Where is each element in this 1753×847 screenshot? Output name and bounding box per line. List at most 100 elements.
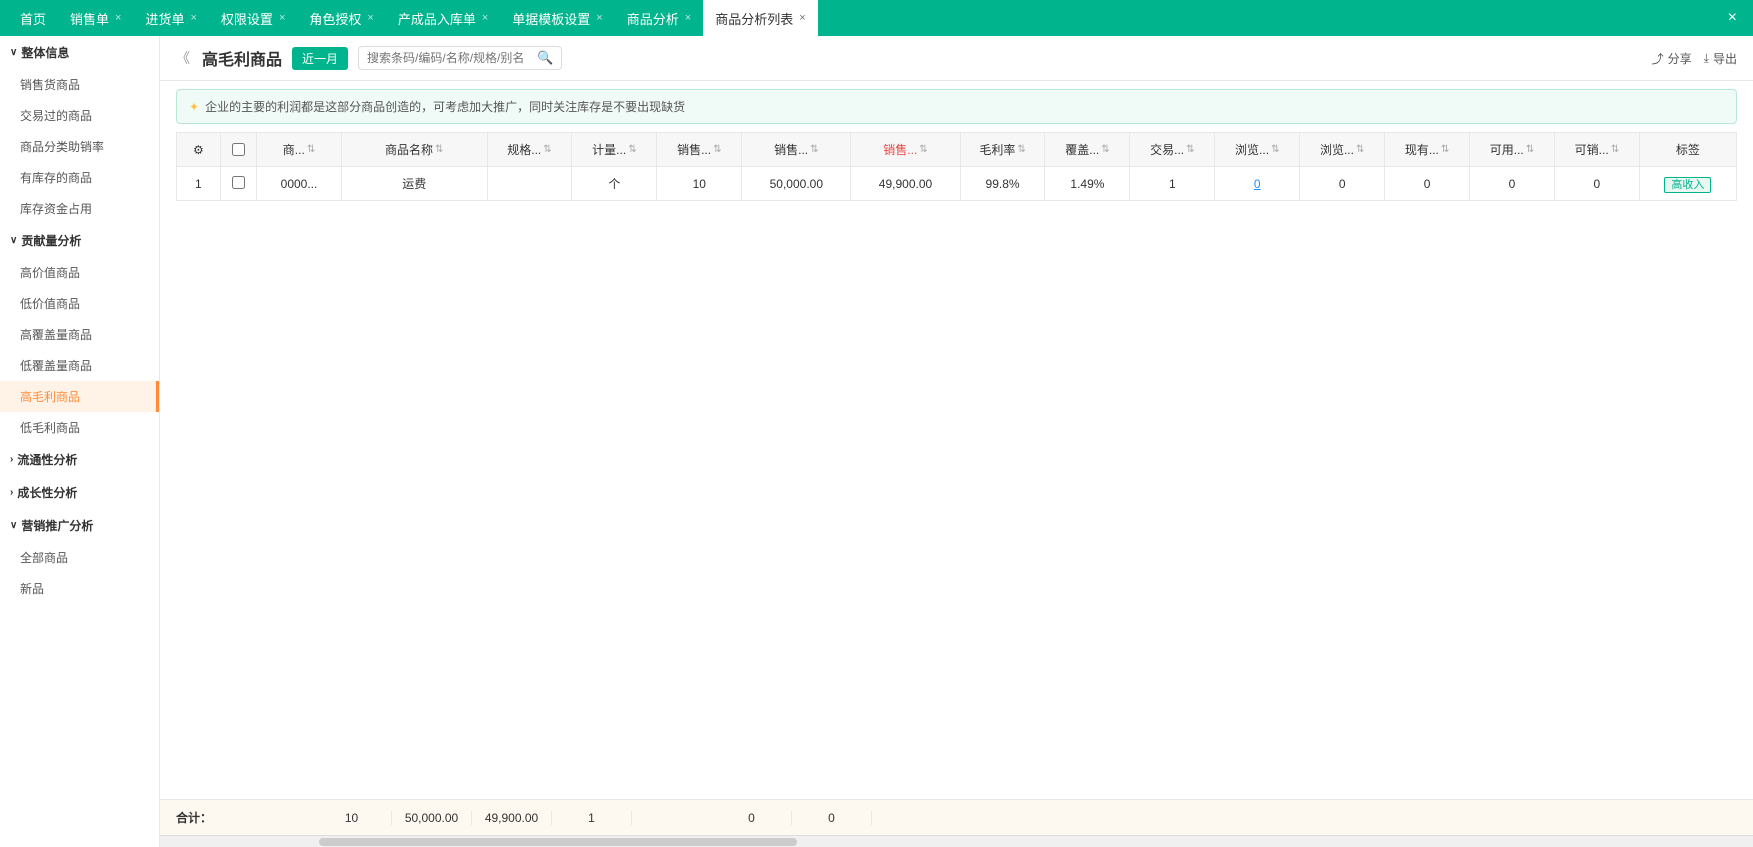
cell-checkbox[interactable]	[220, 167, 256, 201]
page-title: 高毛利商品	[202, 46, 282, 70]
close-icon[interactable]: ×	[279, 12, 285, 24]
nav-product-stock[interactable]: 产成品入库单 ×	[386, 0, 500, 36]
close-icon[interactable]: ×	[482, 12, 488, 24]
sort-icon: ⇅	[435, 144, 443, 155]
select-all-checkbox[interactable]	[232, 143, 245, 156]
sidebar-item-traded-goods[interactable]: 交易过的商品	[0, 100, 159, 131]
close-icon[interactable]: ×	[190, 12, 196, 24]
sort-icon: ⇅	[810, 144, 818, 155]
col-settings[interactable]: ⚙	[177, 133, 221, 167]
nav-product-analysis[interactable]: 商品分析 ×	[615, 0, 703, 36]
sidebar-item-category-rate[interactable]: 商品分类助销率	[0, 131, 159, 162]
export-icon: ⤓	[1704, 51, 1709, 66]
sidebar-group-liquidity[interactable]: › 流通性分析	[0, 443, 159, 476]
share-button[interactable]: ⤴ 分享	[1652, 50, 1692, 67]
sort-icon: ⇅	[1271, 144, 1279, 155]
col-gross-rate[interactable]: 毛利率⇅	[960, 133, 1045, 167]
cell-browse2: 0	[1300, 167, 1385, 201]
nav-sales-order[interactable]: 销售单 ×	[58, 0, 133, 36]
export-button[interactable]: ⤓ 导出	[1704, 50, 1737, 67]
sort-icon: ⇅	[543, 144, 551, 155]
sort-icon: ⇅	[1017, 144, 1025, 155]
col-name[interactable]: 商品名称⇅	[341, 133, 487, 167]
scrollbar-thumb[interactable]	[319, 838, 797, 846]
main-layout: ∨ 整体信息 销售货商品 交易过的商品 商品分类助销率 有库存的商品 库存资金占…	[0, 36, 1753, 847]
close-icon[interactable]: ×	[799, 12, 805, 24]
info-icon: ✦	[189, 100, 199, 114]
sidebar-item-in-stock[interactable]: 有库存的商品	[0, 162, 159, 193]
sidebar-item-high-coverage[interactable]: 高覆盖量商品	[0, 319, 159, 350]
sort-icon: ⇅	[713, 144, 721, 155]
col-unit[interactable]: 计量...⇅	[572, 133, 657, 167]
cell-transactions: 1	[1130, 167, 1215, 201]
sidebar-item-low-gross[interactable]: 低毛利商品	[0, 412, 159, 443]
col-transactions[interactable]: 交易...⇅	[1130, 133, 1215, 167]
col-available[interactable]: 可用...⇅	[1470, 133, 1555, 167]
nav-permission-settings[interactable]: 权限设置 ×	[209, 0, 297, 36]
sidebar-item-low-value[interactable]: 低价值商品	[0, 288, 159, 319]
sidebar-item-all-goods[interactable]: 全部商品	[0, 542, 159, 573]
sidebar-item-sales-goods[interactable]: 销售货商品	[0, 69, 159, 100]
cell-tag: 高收入	[1639, 167, 1736, 201]
collapse-sidebar-button[interactable]: 《	[176, 48, 190, 68]
nav-home[interactable]: 首页	[8, 0, 58, 36]
nav-template-settings[interactable]: 单据模板设置 ×	[500, 0, 614, 36]
search-icon[interactable]: 🔍	[537, 50, 553, 66]
sort-icon: ⇅	[1101, 144, 1109, 155]
horizontal-scrollbar[interactable]	[160, 835, 1753, 847]
close-icon[interactable]: ×	[367, 12, 373, 24]
summary-sales-amount: 50,000.00	[392, 811, 472, 825]
table-container[interactable]: ⚙ 商...⇅ 商品名称⇅ 规格...⇅	[176, 132, 1737, 799]
col-sales-profit[interactable]: 销售...⇅	[851, 133, 960, 167]
cell-code: 0000...	[257, 167, 342, 201]
filter-recent-month-button[interactable]: 近一月	[292, 47, 348, 70]
col-checkbox[interactable]	[220, 133, 256, 167]
col-sales-qty[interactable]: 销售...⇅	[657, 133, 742, 167]
col-browse1[interactable]: 浏览...⇅	[1215, 133, 1300, 167]
sidebar-group-contribution[interactable]: ∨ 贡献量分析	[0, 224, 159, 257]
cell-coverage: 1.49%	[1045, 167, 1130, 201]
sidebar-item-stock-capital[interactable]: 库存资金占用	[0, 193, 159, 224]
top-navigation: 首页 销售单 × 进货单 × 权限设置 × 角色授权 × 产成品入库单 × 单据…	[0, 0, 1753, 36]
search-box: 🔍	[358, 46, 562, 70]
sidebar-group-growth[interactable]: › 成长性分析	[0, 476, 159, 509]
col-current-stock[interactable]: 现有...⇅	[1385, 133, 1470, 167]
sidebar-group-overall[interactable]: ∨ 整体信息	[0, 36, 159, 69]
col-coverage[interactable]: 覆盖...⇅	[1045, 133, 1130, 167]
col-sellable[interactable]: 可销...⇅	[1554, 133, 1639, 167]
close-icon[interactable]: ×	[596, 12, 602, 24]
nav-purchase-order[interactable]: 进货单 ×	[133, 0, 208, 36]
cell-name: 运费	[341, 167, 487, 201]
col-code[interactable]: 商...⇅	[257, 133, 342, 167]
close-icon[interactable]: ×	[685, 12, 691, 24]
window-close-button[interactable]: ×	[1720, 9, 1745, 27]
sidebar-group-marketing[interactable]: ∨ 营销推广分析	[0, 509, 159, 542]
tag-badge: 高收入	[1664, 177, 1711, 193]
col-browse2[interactable]: 浏览...⇅	[1300, 133, 1385, 167]
sidebar-item-low-coverage[interactable]: 低覆盖量商品	[0, 350, 159, 381]
data-table: ⚙ 商...⇅ 商品名称⇅ 规格...⇅	[176, 132, 1737, 201]
search-input[interactable]	[367, 51, 537, 65]
cell-sellable: 0	[1554, 167, 1639, 201]
sidebar-item-high-value[interactable]: 高价值商品	[0, 257, 159, 288]
summary-available2: 0	[792, 811, 872, 825]
sidebar-item-high-gross[interactable]: 高毛利商品	[0, 381, 159, 412]
sort-icon: ⇅	[1186, 144, 1194, 155]
cell-browse1[interactable]: 0	[1215, 167, 1300, 201]
nav-role-auth[interactable]: 角色授权 ×	[297, 0, 385, 36]
cell-sales-profit: 49,900.00	[851, 167, 960, 201]
col-spec[interactable]: 规格...⇅	[487, 133, 572, 167]
nav-product-analysis-list[interactable]: 商品分析列表 ×	[703, 0, 817, 36]
content-header: 《 高毛利商品 近一月 🔍 ⤴ 分享 ⤓ 导出	[160, 36, 1753, 81]
summary-available: 0	[712, 811, 792, 825]
chevron-right-icon: ›	[10, 454, 13, 465]
sidebar-item-new-goods[interactable]: 新品	[0, 573, 159, 604]
share-icon: ⤴	[1652, 50, 1664, 67]
sort-icon: ⇅	[919, 144, 927, 155]
col-tag[interactable]: 标签	[1639, 133, 1736, 167]
sort-icon: ⇅	[307, 144, 315, 155]
close-icon[interactable]: ×	[115, 12, 121, 24]
row-checkbox[interactable]	[232, 176, 245, 189]
cell-current-stock: 0	[1385, 167, 1470, 201]
col-sales-amount[interactable]: 销售...⇅	[742, 133, 851, 167]
